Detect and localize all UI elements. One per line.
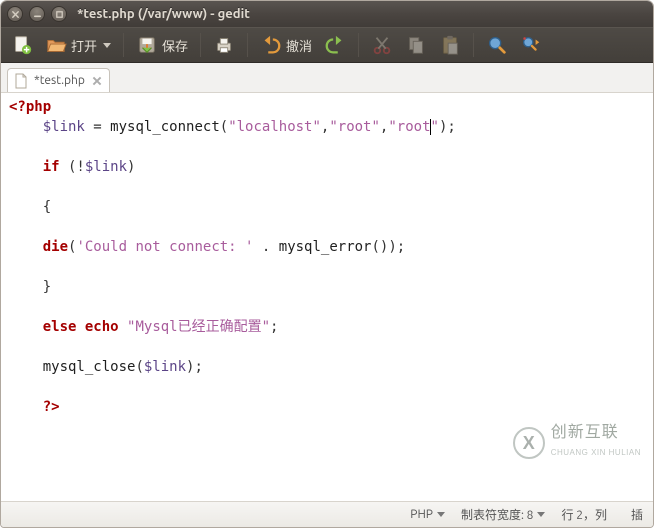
cut-button[interactable] <box>367 30 397 60</box>
tab-filename: *test.php <box>34 74 85 87</box>
window-maximize-button[interactable] <box>51 6 67 22</box>
window-close-button[interactable] <box>7 6 23 22</box>
title-bar: *test.php (/var/www) - gedit <box>1 1 653 27</box>
toolbar: 打开 保存 撤消 <box>1 27 653 63</box>
close-icon <box>11 10 20 19</box>
save-label: 保存 <box>162 36 188 55</box>
language-selector[interactable]: PHP <box>410 508 445 521</box>
open-button[interactable]: 打开 <box>41 30 115 60</box>
toolbar-separator <box>473 33 474 57</box>
tabwidth-selector[interactable]: 制表符宽度: 8 <box>461 506 545 523</box>
tab-close-button[interactable] <box>91 75 103 87</box>
insert-mode: 插 <box>631 506 643 523</box>
toolbar-separator <box>247 33 248 57</box>
chevron-down-icon <box>437 512 445 517</box>
cursor-position: 行 2，列 <box>561 506 607 523</box>
redo-button[interactable] <box>320 30 350 60</box>
watermark-cn: 创新互联 <box>551 423 641 443</box>
paste-icon <box>439 34 461 56</box>
chevron-down-icon <box>537 512 545 517</box>
cut-icon <box>371 34 393 56</box>
tab-strip: *test.php <box>1 63 653 93</box>
new-file-icon <box>11 34 33 56</box>
watermark: X 创新互联 CHUANG XIN HULIAN <box>513 423 641 463</box>
status-bar: PHP 制表符宽度: 8 行 2，列 插 <box>1 501 653 527</box>
language-label: PHP <box>410 508 433 521</box>
find-button[interactable] <box>482 30 512 60</box>
cursor-label: 行 2，列 <box>561 506 607 523</box>
window-title: *test.php (/var/www) - gedit <box>77 7 250 21</box>
redo-icon <box>324 34 346 56</box>
paste-button[interactable] <box>435 30 465 60</box>
find-replace-button[interactable] <box>516 30 546 60</box>
print-button[interactable] <box>209 30 239 60</box>
toolbar-separator <box>200 33 201 57</box>
print-icon <box>213 34 235 56</box>
file-tab[interactable]: *test.php <box>7 68 110 92</box>
new-file-button[interactable] <box>7 30 37 60</box>
window-minimize-button[interactable] <box>29 6 45 22</box>
toolbar-separator <box>123 33 124 57</box>
undo-button[interactable]: 撤消 <box>256 30 316 60</box>
chevron-down-icon <box>103 43 111 48</box>
find-replace-icon <box>520 34 542 56</box>
tabwidth-label: 制表符宽度: 8 <box>461 506 533 523</box>
maximize-icon <box>55 10 64 19</box>
undo-label: 撤消 <box>286 36 312 55</box>
undo-icon <box>260 34 282 56</box>
copy-icon <box>405 34 427 56</box>
save-icon <box>136 34 158 56</box>
document-icon <box>14 73 28 89</box>
search-icon <box>486 34 508 56</box>
watermark-logo: X <box>513 427 545 459</box>
code-content: <?php $link = mysql_connect("localhost",… <box>9 97 645 417</box>
open-folder-icon <box>45 34 67 56</box>
watermark-en: CHUANG XIN HULIAN <box>551 443 641 463</box>
minimize-icon <box>33 10 42 19</box>
copy-button[interactable] <box>401 30 431 60</box>
save-button[interactable]: 保存 <box>132 30 192 60</box>
toolbar-separator <box>358 33 359 57</box>
code-editor[interactable]: <?php $link = mysql_connect("localhost",… <box>1 93 653 501</box>
open-label: 打开 <box>71 36 97 55</box>
close-icon <box>91 75 103 87</box>
app-window: *test.php (/var/www) - gedit 打开 保存 <box>0 0 654 528</box>
